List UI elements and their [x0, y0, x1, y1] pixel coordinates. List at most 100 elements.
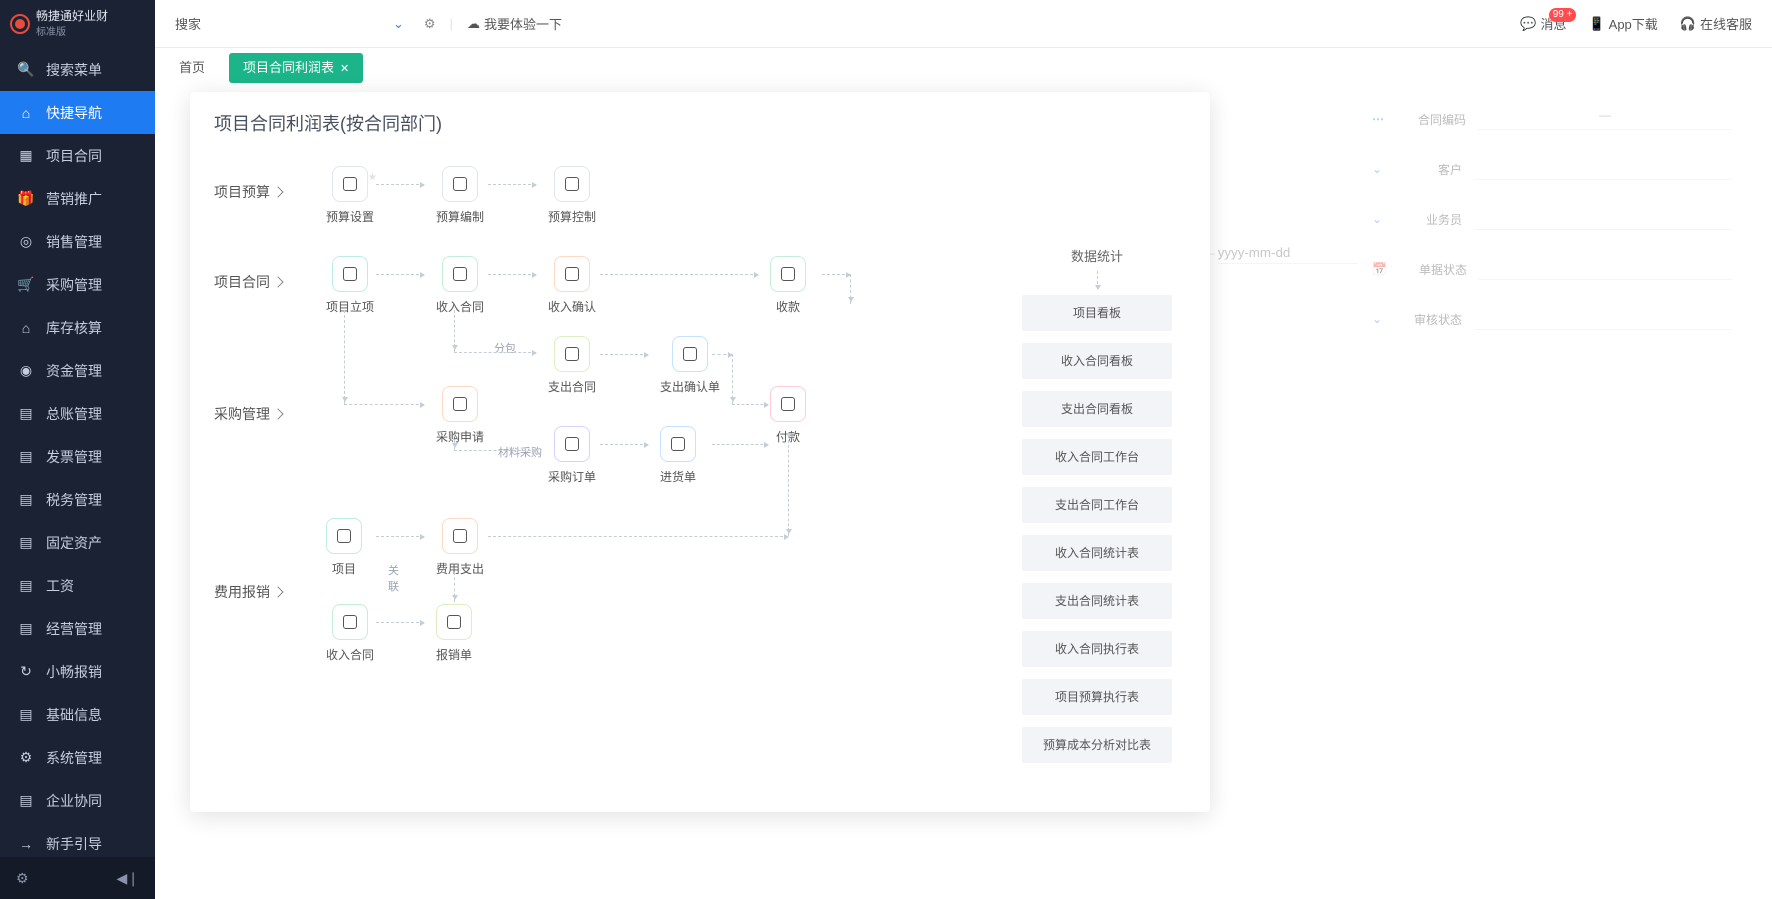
stats-title: 数据统计 [1022, 246, 1172, 265]
stat-button-6[interactable]: 支出合同统计表 [1022, 583, 1172, 619]
nav-icon: ◉ [18, 363, 34, 379]
cloud-icon: ☁ [467, 16, 480, 32]
nav-item-5[interactable]: 🛒 采购管理 [0, 263, 155, 306]
nav-item-10[interactable]: ▤税务管理 [0, 478, 155, 521]
flow-arrow [488, 184, 536, 185]
nav-icon: ▤ [18, 707, 34, 723]
nav-label: 工资 [46, 576, 74, 596]
nav-item-11[interactable]: ▤固定资产 [0, 521, 155, 564]
node-goods-in[interactable]: 进货单 [660, 426, 696, 485]
collapse-sidebar-icon[interactable]: ◀❘ [117, 870, 140, 887]
node-out-cfm[interactable]: 支出确认单 [660, 336, 720, 395]
stat-button-7[interactable]: 收入合同执行表 [1022, 631, 1172, 667]
flow-arrow [488, 274, 536, 275]
stat-button-8[interactable]: 项目预算执行表 [1022, 679, 1172, 715]
account-selector[interactable]: 搜家 ⌄ [175, 14, 404, 33]
flow-arrow [454, 352, 536, 353]
app-download-link[interactable]: 📱 App下载 [1588, 14, 1657, 33]
star-icon[interactable]: ★ [368, 172, 377, 183]
node-proj-setup[interactable]: 项目立项 [326, 256, 374, 315]
panel-title: 项目合同利润表(按合同部门) [214, 110, 1186, 136]
node-project[interactable]: 项目 [326, 518, 362, 577]
cs-label: 在线客服 [1700, 14, 1752, 33]
nav-item-4[interactable]: ◎销售管理 [0, 220, 155, 263]
flow-arrow [1097, 271, 1098, 289]
customer-service-link[interactable]: 🎧 在线客服 [1680, 14, 1752, 33]
node-receipt[interactable]: 收款 [770, 256, 806, 315]
flow-arrow [344, 404, 424, 405]
messages-link[interactable]: 💬 消息 99 + [1520, 14, 1566, 33]
nav-label: 经营管理 [46, 619, 102, 639]
close-icon[interactable]: ✕ [340, 63, 349, 75]
nav-item-8[interactable]: ▤总账管理 [0, 392, 155, 435]
nav-icon: ▤ [18, 578, 34, 594]
flow-arrow [454, 450, 536, 451]
stat-button-4[interactable]: 支出合同工作台 [1022, 487, 1172, 523]
node-income-ct[interactable]: 收入合同 [436, 256, 484, 315]
node-reimburse[interactable]: 报销单 [436, 604, 472, 663]
nav-item-14[interactable]: ↻小畅报销 [0, 650, 155, 693]
nav-item-3[interactable]: 🎁营销推广 [0, 177, 155, 220]
gear-icon[interactable]: ⚙ [424, 16, 436, 32]
node-budget-ctrl[interactable]: 预算控制 [548, 166, 596, 225]
try-label: 我要体验一下 [484, 14, 562, 33]
nav-icon: ▤ [18, 449, 34, 465]
node-purch-ord[interactable]: 采购订单 [548, 426, 596, 485]
flow-arrow [732, 354, 733, 404]
tab-home[interactable]: 首页 [165, 53, 219, 83]
section-contract[interactable]: 项目合同 [214, 272, 282, 292]
node-expense-out[interactable]: 费用支出 [436, 518, 484, 577]
nav-item-2[interactable]: ▦项目合同 [0, 134, 155, 177]
section-expense[interactable]: 费用报销 [214, 582, 282, 602]
stat-button-5[interactable]: 收入合同统计表 [1022, 535, 1172, 571]
nav-item-17[interactable]: ▤企业协同 [0, 779, 155, 822]
stat-button-3[interactable]: 收入合同工作台 [1022, 439, 1172, 475]
nav-item-13[interactable]: ▤经营管理 [0, 607, 155, 650]
flow-arrow [344, 310, 345, 404]
node-budget-make[interactable]: 预算编制 [436, 166, 484, 225]
nav-icon: ⌂ [18, 320, 34, 336]
chevron-right-icon [272, 276, 283, 287]
messages-badge: 99 + [1549, 8, 1577, 22]
nav-item-7[interactable]: ◉ 资金管理 [0, 349, 155, 392]
phone-icon: 📱 [1588, 16, 1604, 32]
nav-item-9[interactable]: ▤发票管理 [0, 435, 155, 478]
section-budget[interactable]: 项目预算 [214, 182, 282, 202]
nav-item-1[interactable]: ⌂快捷导航 [0, 91, 155, 134]
sidebar-footer: ⚙ ◀❘ [0, 857, 155, 899]
node-income-ct2[interactable]: 收入合同 [326, 604, 374, 663]
app-download-label: App下载 [1609, 14, 1658, 33]
node-out-ct[interactable]: 支出合同 [548, 336, 596, 395]
nav-item-16[interactable]: ⚙系统管理 [0, 736, 155, 779]
flow-arrow [732, 404, 768, 405]
flow-arrow [376, 274, 424, 275]
stat-button-0[interactable]: 项目看板 [1022, 295, 1172, 331]
chevron-right-icon [272, 408, 283, 419]
node-budget-set[interactable]: 预算设置 [326, 166, 374, 225]
nav-label: 基础信息 [46, 705, 102, 725]
stat-button-2[interactable]: 支出合同看板 [1022, 391, 1172, 427]
stat-button-9[interactable]: 预算成本分析对比表 [1022, 727, 1172, 763]
section-purchase[interactable]: 采购管理 [214, 404, 282, 424]
nav-label: 采购管理 [46, 275, 102, 295]
settings-icon[interactable]: ⚙ [16, 870, 29, 887]
nav-icon: 🛒 [18, 277, 34, 293]
flow-arrow [454, 572, 455, 602]
nav-label: 资金管理 [46, 361, 102, 381]
nav-icon: ▦ [18, 148, 34, 164]
nav-item-15[interactable]: ▤ 基础信息 [0, 693, 155, 736]
nav-item-0[interactable]: 🔍搜索菜单 [0, 48, 155, 91]
tab-profit-table[interactable]: 项目合同利润表✕ [229, 53, 363, 83]
node-purch-req[interactable]: 采购申请 [436, 386, 484, 445]
flow-arrow [788, 440, 789, 536]
stat-button-1[interactable]: 收入合同看板 [1022, 343, 1172, 379]
topbar: 搜家 ⌄ ⚙ | ☁ 我要体验一下 💬 消息 99 + 📱 App下载 🎧 在线… [155, 0, 1772, 48]
try-link[interactable]: ☁ 我要体验一下 [467, 14, 562, 33]
nav-item-6[interactable]: ⌂库存核算 [0, 306, 155, 349]
node-income-cfm[interactable]: 收入确认 [548, 256, 596, 315]
nav-label: 营销推广 [46, 189, 102, 209]
nav-icon: ▤ [18, 406, 34, 422]
nav-item-12[interactable]: ▤ 工资 [0, 564, 155, 607]
nav-icon: ▤ [18, 793, 34, 809]
nav-icon: ▤ [18, 535, 34, 551]
